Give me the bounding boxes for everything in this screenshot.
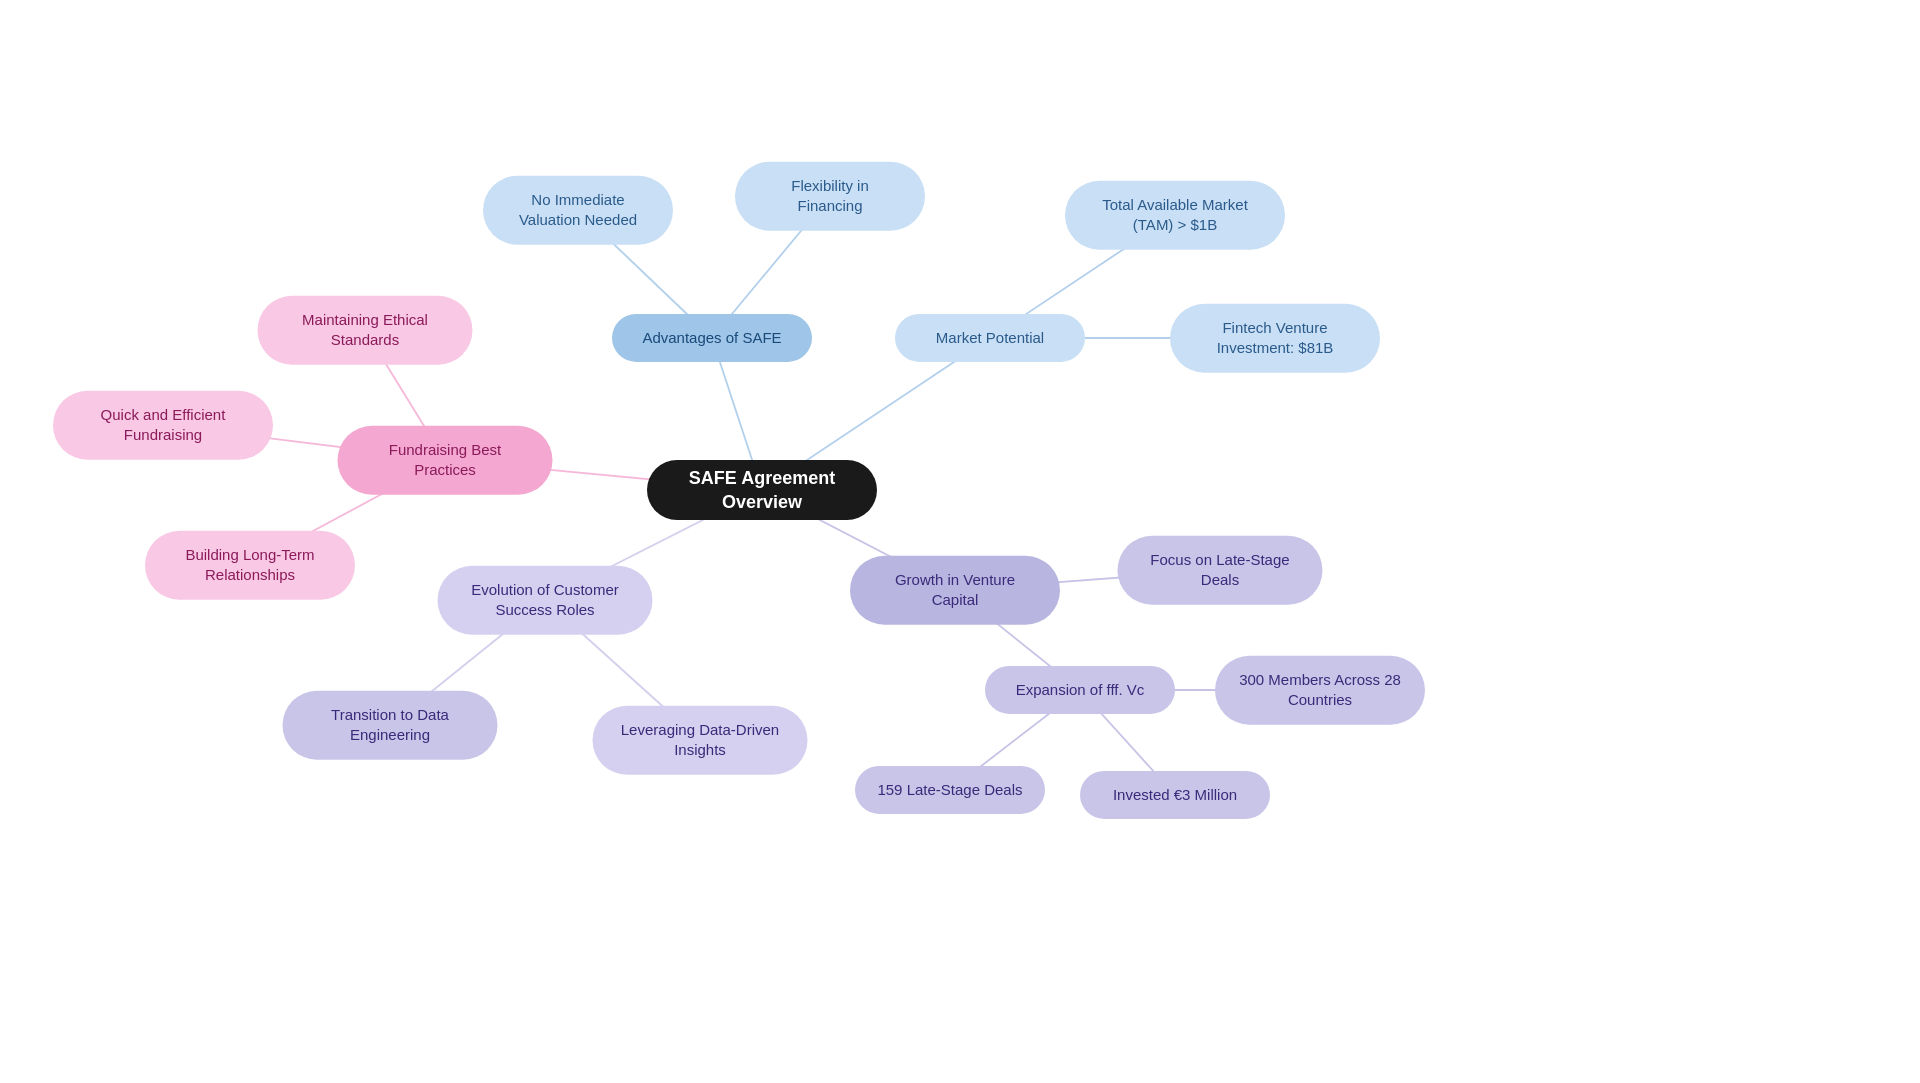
node-advantages-safe[interactable]: Advantages of SAFE — [612, 314, 812, 362]
node-quick-efficient[interactable]: Quick and Efficient Fundraising — [53, 391, 273, 460]
node-maintaining-ethical[interactable]: Maintaining Ethical Standards — [258, 296, 473, 365]
node-300-members[interactable]: 300 Members Across 28 Countries — [1215, 656, 1425, 725]
node-market-potential[interactable]: Market Potential — [895, 314, 1085, 362]
node-flexibility[interactable]: Flexibility in Financing — [735, 162, 925, 231]
node-center[interactable]: SAFE Agreement Overview — [647, 460, 877, 520]
node-evolution-cs[interactable]: Evolution of Customer Success Roles — [438, 566, 653, 635]
node-invested-3m[interactable]: Invested €3 Million — [1080, 771, 1270, 819]
node-leveraging-data[interactable]: Leveraging Data-Driven Insights — [593, 706, 808, 775]
node-fintech[interactable]: Fintech Venture Investment: $81B — [1170, 304, 1380, 373]
node-building-long[interactable]: Building Long-Term Relationships — [145, 531, 355, 600]
mind-map-container: SAFE Agreement Overview Advantages of SAF… — [0, 0, 1920, 1083]
node-fundraising-best[interactable]: Fundraising Best Practices — [338, 426, 553, 495]
node-no-valuation[interactable]: No Immediate Valuation Needed — [483, 176, 673, 245]
node-expansion-fff[interactable]: Expansion of fff. Vc — [985, 666, 1175, 714]
node-tam[interactable]: Total Available Market (TAM) > $1B — [1065, 181, 1285, 250]
node-growth-vc[interactable]: Growth in Venture Capital — [850, 556, 1060, 625]
node-transition-data[interactable]: Transition to Data Engineering — [283, 691, 498, 760]
node-159-deals[interactable]: 159 Late-Stage Deals — [855, 766, 1045, 814]
node-focus-late[interactable]: Focus on Late-Stage Deals — [1118, 536, 1323, 605]
